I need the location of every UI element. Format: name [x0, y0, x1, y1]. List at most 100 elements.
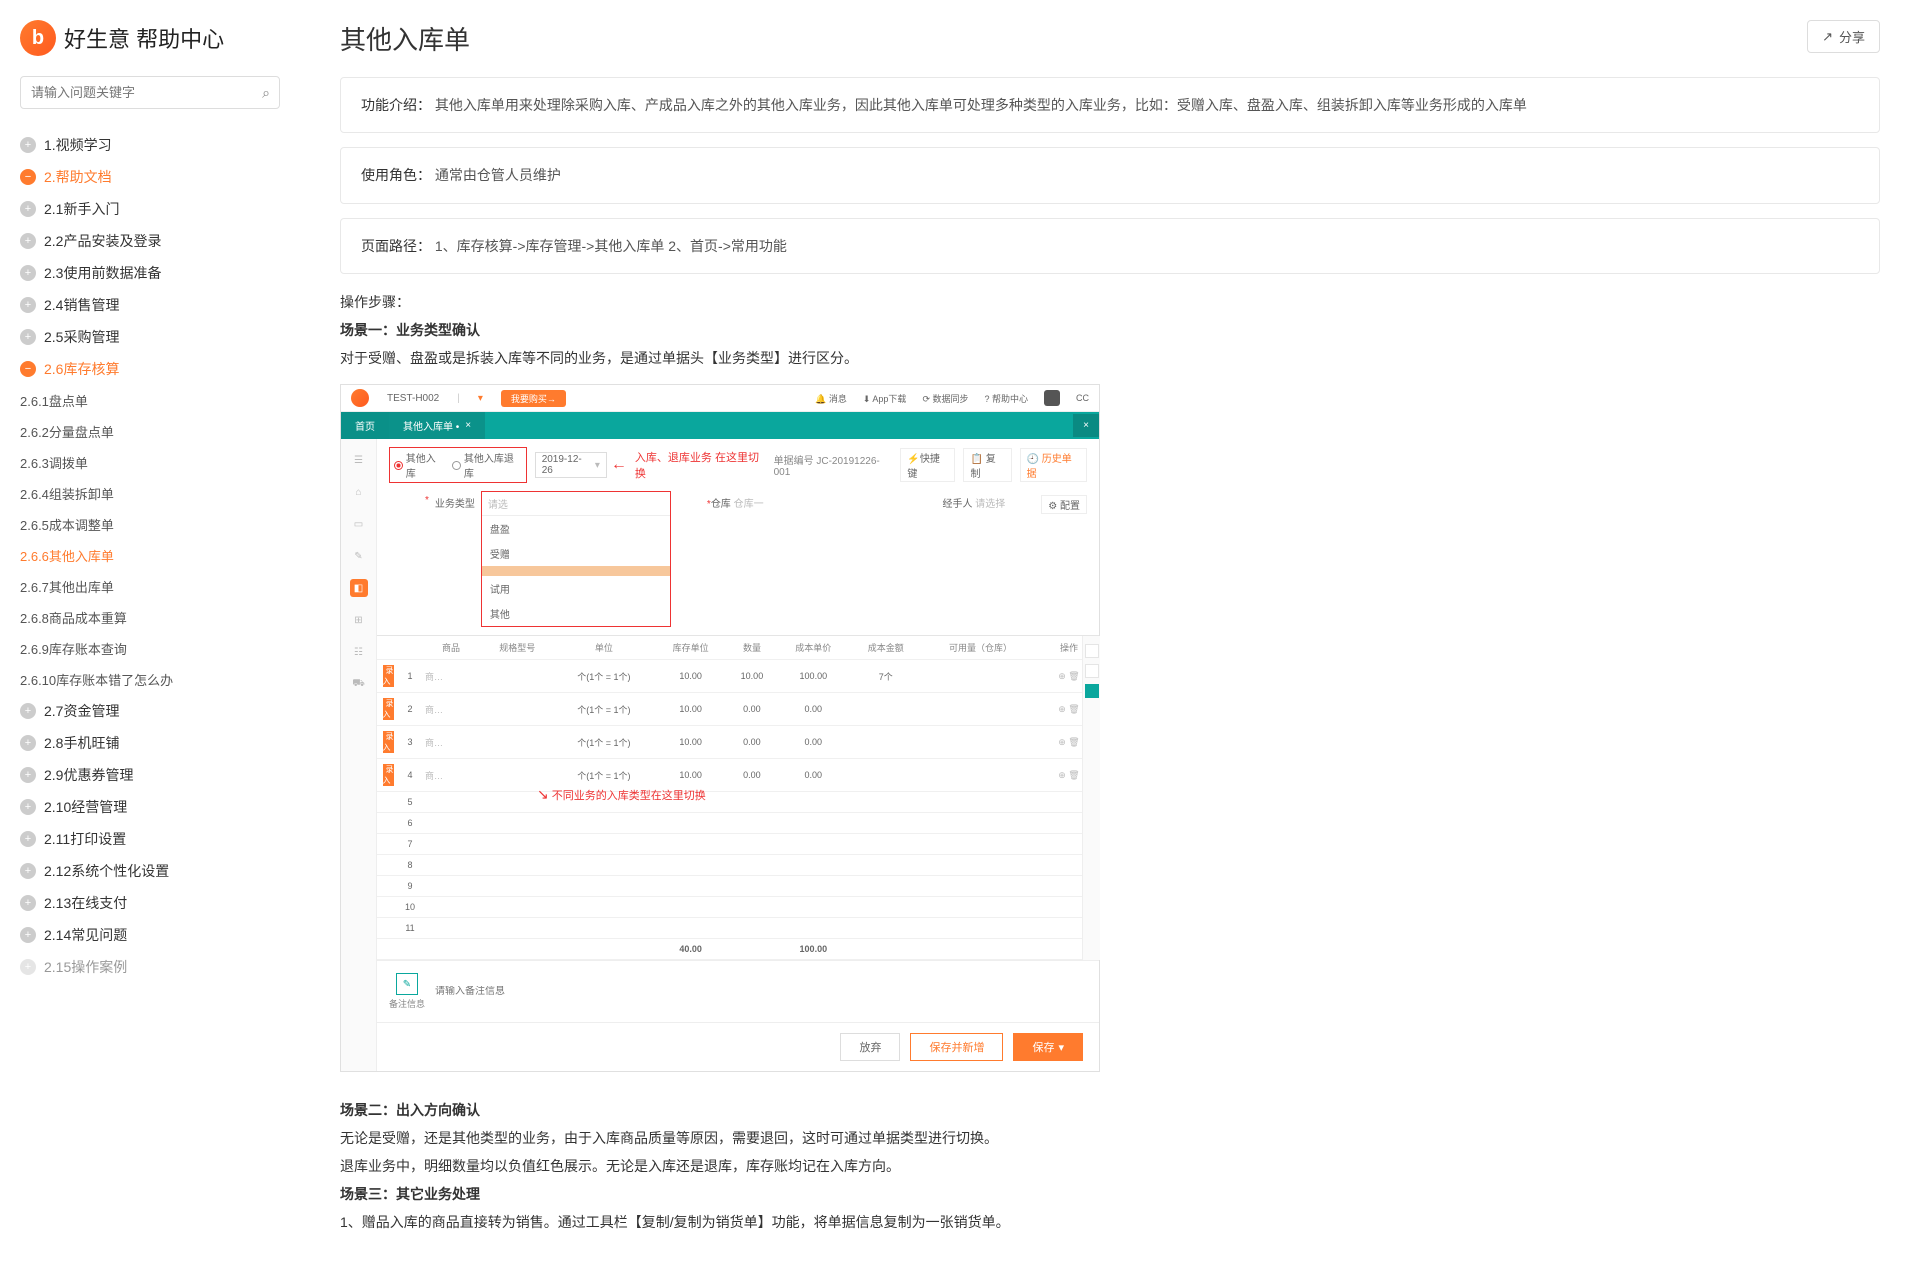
nav-2-1[interactable]: 2.1新手入门: [20, 193, 280, 225]
table-row: 8: [377, 855, 1099, 876]
nav-help-docs[interactable]: 2.帮助文档: [20, 161, 280, 193]
config-btn: ⚙ 配置: [1041, 495, 1087, 514]
warehouse-label: *仓库 仓库一: [707, 495, 764, 510]
plus-icon: [20, 863, 36, 879]
rail-icon: ▭: [350, 515, 368, 533]
plus-icon: [20, 233, 36, 249]
nav-label: 2.6.4组装拆卸单: [20, 484, 114, 503]
nav-2-6[interactable]: 2.6库存核算: [20, 353, 280, 385]
nav-2-11[interactable]: 2.11打印设置: [20, 823, 280, 855]
scene2-line2: 退库业务中，明细数量均以负值红色展示。无论是入库还是退库，库存账均记在入库方向。: [340, 1152, 1880, 1180]
nav-2-6-7[interactable]: 2.6.7其他出库单: [20, 571, 280, 602]
sync-link: ⟳ 数据同步: [922, 392, 968, 405]
plus-icon: [20, 831, 36, 847]
app-logo-icon: [351, 389, 369, 407]
plus-icon: [20, 265, 36, 281]
plus-icon: [20, 297, 36, 313]
rail-icon: ⊞: [350, 611, 368, 629]
nav-2-6-6[interactable]: 2.6.6其他入库单: [20, 540, 280, 571]
page-title: 其他入库单: [340, 20, 470, 57]
scene3-title: 场景三：其它业务处理: [340, 1186, 480, 1202]
plus-icon: [20, 137, 36, 153]
nav-label: 2.12系统个性化设置: [44, 861, 169, 881]
share-icon: ↗: [1822, 29, 1833, 45]
date-field: 2019-12-26▾: [535, 452, 607, 478]
save-add-btn: 保存并新增: [910, 1033, 1003, 1061]
nav-2-10[interactable]: 2.10经营管理: [20, 791, 280, 823]
logo-icon: b: [20, 20, 56, 56]
search-input[interactable]: [20, 76, 280, 109]
search-icon[interactable]: ⌕: [262, 84, 270, 101]
quick-btn: ⚡快捷键: [900, 448, 955, 482]
nav-label: 2.2产品安装及登录: [44, 231, 161, 251]
nav-label: 2.6.7其他出库单: [20, 577, 114, 596]
discard-btn: 放弃: [840, 1033, 900, 1061]
remark-label: 备注信息: [389, 997, 425, 1010]
plus-icon: [20, 329, 36, 345]
table-row: 10: [377, 897, 1099, 918]
scene2-line1: 无论是受赠，还是其他类型的业务，由于入库商品质量等原因，需要退回，这时可通过单据…: [340, 1124, 1880, 1152]
radio-in: 其他入库: [394, 450, 444, 480]
nav-2-12[interactable]: 2.12系统个性化设置: [20, 855, 280, 887]
side-icon: [1085, 664, 1099, 678]
scene1-title: 场景一：业务类型确认: [340, 322, 480, 338]
path-text: 1、库存核算->库存管理->其他入库单 2、首页->常用功能: [435, 238, 787, 254]
table-row: 5: [377, 792, 1099, 813]
rail-icon: ✎: [350, 547, 368, 565]
biz-type-radio-group: 其他入库 其他入库退库: [389, 447, 527, 483]
nav-label: 2.6.9库存账本查询: [20, 639, 127, 658]
table-row: 11: [377, 918, 1099, 939]
nav-label: 2.14常见问题: [44, 925, 127, 945]
scene1-desc: 对于受赠、盘盈或是拆装入库等不同的业务，是通过单据头【业务类型】进行区分。: [340, 344, 1880, 372]
role-label: 使用角色：: [361, 167, 431, 183]
app-link: ⬇ App下载: [863, 392, 907, 405]
nav-label: 2.13在线支付: [44, 893, 127, 913]
nav-2-6-5[interactable]: 2.6.5成本调整单: [20, 509, 280, 540]
nav-2-14[interactable]: 2.14常见问题: [20, 919, 280, 951]
role-text: 通常由仓管人员维护: [435, 167, 561, 183]
save-btn: 保存▾: [1013, 1033, 1083, 1061]
nav-label: 2.7资金管理: [44, 701, 119, 721]
share-button[interactable]: ↗ 分享: [1807, 20, 1880, 53]
nav-2-6-3[interactable]: 2.6.3调拨单: [20, 447, 280, 478]
biz-type-dropdown: 请选 盘盈 受赠 试用 其他: [481, 491, 671, 627]
nav-label: 2.6.2分量盘点单: [20, 422, 114, 441]
table-row: 录入1商…个(1个 = 1个)10.0010.00100.007个⊕ 🗑: [377, 660, 1099, 693]
rail-icon: ☰: [350, 451, 368, 469]
tab-home: 首页: [341, 412, 389, 439]
nav-2-2[interactable]: 2.2产品安装及登录: [20, 225, 280, 257]
nav-2-3[interactable]: 2.3使用前数据准备: [20, 257, 280, 289]
nav-2-8[interactable]: 2.8手机旺铺: [20, 727, 280, 759]
nav-2-13[interactable]: 2.13在线支付: [20, 887, 280, 919]
username: CC: [1076, 393, 1089, 403]
nav-2-9[interactable]: 2.9优惠券管理: [20, 759, 280, 791]
minus-icon: [20, 169, 36, 185]
nav-2-15[interactable]: 2.15操作案例: [20, 951, 280, 983]
nav-label: 2.6.10库存账本错了怎么办: [20, 670, 173, 689]
nav-label: 2.帮助文档: [44, 167, 112, 187]
scene2-title: 场景二：出入方向确认: [340, 1102, 480, 1118]
help-link: ? 帮助中心: [984, 392, 1028, 405]
rail-icon: ⌂: [350, 483, 368, 501]
nav-label: 2.6库存核算: [44, 359, 119, 379]
nav-video-learning[interactable]: 1.视频学习: [20, 129, 280, 161]
nav-2-6-10[interactable]: 2.6.10库存账本错了怎么办: [20, 664, 280, 695]
nav-label: 1.视频学习: [44, 135, 112, 155]
plus-icon: [20, 735, 36, 751]
nav-2-6-1[interactable]: 2.6.1盘点单: [20, 385, 280, 416]
role-box: 使用角色： 通常由仓管人员维护: [340, 147, 1880, 203]
tab-close-icon: ×: [1073, 414, 1099, 437]
side-icon: [1085, 684, 1099, 698]
bill-no: 单据编号 JC-20191226-001: [774, 452, 893, 478]
intro-box: 功能介绍： 其他入库单用来处理除采购入库、产成品入库之外的其他入库业务，因此其他…: [340, 77, 1880, 133]
plus-icon: [20, 927, 36, 943]
nav-2-7[interactable]: 2.7资金管理: [20, 695, 280, 727]
copy-btn: 📋 复制: [963, 448, 1011, 482]
nav-2-6-8[interactable]: 2.6.8商品成本重算: [20, 602, 280, 633]
nav-2-4[interactable]: 2.4销售管理: [20, 289, 280, 321]
nav-2-6-2[interactable]: 2.6.2分量盘点单: [20, 416, 280, 447]
nav-2-6-4[interactable]: 2.6.4组装拆卸单: [20, 478, 280, 509]
nav-2-6-9[interactable]: 2.6.9库存账本查询: [20, 633, 280, 664]
nav-2-5[interactable]: 2.5采购管理: [20, 321, 280, 353]
table-row: 7: [377, 834, 1099, 855]
